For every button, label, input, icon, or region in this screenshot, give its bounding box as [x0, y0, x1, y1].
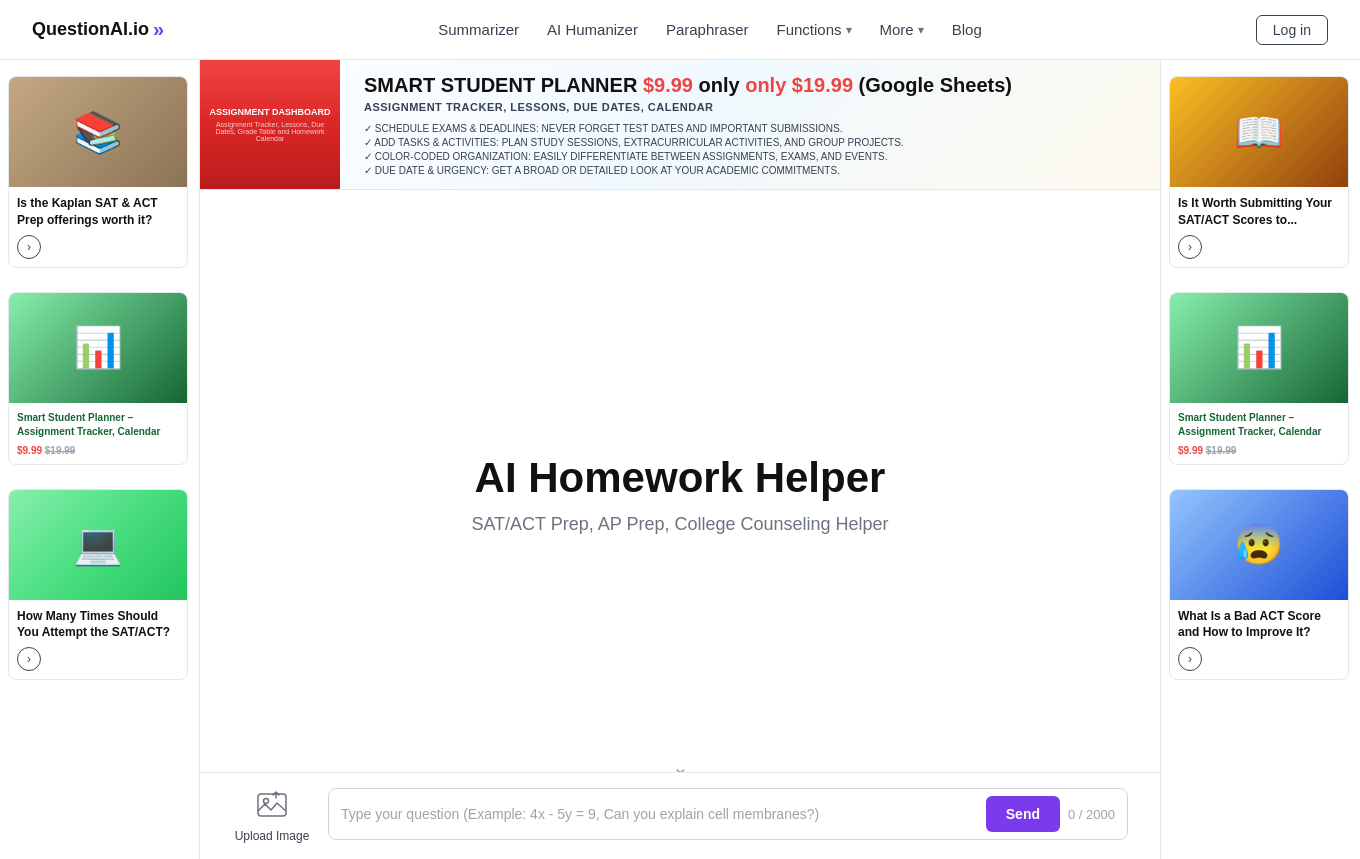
- banner-right-panel: SMART STUDENT PLANNER $9.99 only only $1…: [340, 60, 1160, 189]
- banner-features: ✓ SCHEDULE EXAMS & DEADLINES: NEVER FORG…: [364, 123, 1136, 176]
- planner-right-title: Smart Student Planner – Assignment Track…: [1178, 411, 1340, 439]
- banner-dashboard-label: Assignment Dashboard: [208, 107, 332, 118]
- logo-arrows: »: [153, 18, 164, 41]
- banner-left-panel: Assignment Dashboard Assignment Tracker,…: [200, 60, 340, 189]
- main-center: Assignment Dashboard Assignment Tracker,…: [200, 60, 1160, 859]
- banner-feature-4: ✓ DUE DATE & URGENCY: GET A BROAD OR DET…: [364, 165, 1136, 176]
- worth-submitting-arrow[interactable]: ›: [1178, 235, 1202, 259]
- navbar: QuestionAI.io » Summarizer AI Humanizer …: [0, 0, 1360, 60]
- sidebar-card-how-many-times[interactable]: How Many Times Should You Attempt the SA…: [8, 489, 188, 681]
- banner-feature-1: ✓ SCHEDULE EXAMS & DEADLINES: NEVER FORG…: [364, 123, 1136, 134]
- planner-left-image: [9, 293, 187, 403]
- logo[interactable]: QuestionAI.io »: [32, 18, 164, 41]
- kaplan-card-title: Is the Kaplan SAT & ACT Prep offerings w…: [17, 195, 179, 229]
- svg-point-1: [264, 799, 269, 804]
- sidebar-card-kaplan[interactable]: Is the Kaplan SAT & ACT Prep offerings w…: [8, 76, 188, 268]
- functions-chevron-icon: ▾: [846, 23, 852, 37]
- promotional-banner[interactable]: Assignment Dashboard Assignment Tracker,…: [200, 60, 1160, 190]
- bottom-input-bar: Upload Image Send 0 / 2000: [200, 772, 1160, 859]
- kaplan-card-arrow[interactable]: ›: [17, 235, 41, 259]
- banner-feature-3: ✓ COLOR-CODED ORGANIZATION: EASILY DIFFE…: [364, 151, 1136, 162]
- upload-label: Upload Image: [235, 829, 310, 843]
- worth-submitting-title: Is It Worth Submitting Your SAT/ACT Scor…: [1178, 195, 1340, 229]
- nav-summarizer[interactable]: Summarizer: [438, 21, 519, 38]
- logo-text: QuestionAI.io: [32, 19, 149, 40]
- bad-act-arrow[interactable]: ›: [1178, 647, 1202, 671]
- how-many-times-image: [9, 490, 187, 600]
- chat-input-area: Send 0 / 2000: [328, 788, 1128, 840]
- nav-links: Summarizer AI Humanizer Paraphraser Func…: [438, 21, 982, 38]
- banner-feature-2: ✓ ADD TASKS & ACTIVITIES: PLAN STUDY SES…: [364, 137, 1136, 148]
- svg-rect-0: [258, 794, 286, 816]
- kaplan-card-image: [9, 77, 187, 187]
- upload-image-button[interactable]: Upload Image: [232, 785, 312, 843]
- banner-title: SMART STUDENT PLANNER $9.99 only only $1…: [364, 74, 1136, 97]
- nav-blog[interactable]: Blog: [952, 21, 982, 38]
- nav-functions[interactable]: Functions ▾: [776, 21, 851, 38]
- hero-subtitle: SAT/ACT Prep, AP Prep, College Counselin…: [471, 514, 888, 535]
- worth-submitting-image: [1170, 77, 1348, 187]
- login-button[interactable]: Log in: [1256, 15, 1328, 45]
- nav-ai-humanizer[interactable]: AI Humanizer: [547, 21, 638, 38]
- send-button[interactable]: Send: [986, 796, 1060, 832]
- right-sidebar: Is It Worth Submitting Your SAT/ACT Scor…: [1160, 60, 1360, 859]
- planner-left-title: Smart Student Planner – Assignment Track…: [17, 411, 179, 439]
- upload-icon: [252, 785, 292, 825]
- hero-title: AI Homework Helper: [475, 454, 886, 502]
- char-count: 0 / 2000: [1068, 807, 1115, 822]
- page-body: Is the Kaplan SAT & ACT Prep offerings w…: [0, 60, 1360, 859]
- sidebar-card-planner-left[interactable]: Smart Student Planner – Assignment Track…: [8, 292, 188, 465]
- planner-left-price: $9.99 $19.99: [17, 445, 179, 456]
- sidebar-card-planner-right[interactable]: Smart Student Planner – Assignment Track…: [1169, 292, 1349, 465]
- banner-subtitle: Assignment Tracker, Lessons, Due Dates, …: [364, 101, 1136, 113]
- bad-act-title: What Is a Bad ACT Score and How to Impro…: [1178, 608, 1340, 642]
- planner-right-image: [1170, 293, 1348, 403]
- banner-price-new: $9.99: [643, 74, 693, 96]
- planner-right-price: $9.99 $19.99: [1178, 445, 1340, 456]
- how-many-times-arrow[interactable]: ›: [17, 647, 41, 671]
- nav-more[interactable]: More ▾: [880, 21, 924, 38]
- chat-input[interactable]: [341, 806, 978, 822]
- how-many-times-title: How Many Times Should You Attempt the SA…: [17, 608, 179, 642]
- left-sidebar: Is the Kaplan SAT & ACT Prep offerings w…: [0, 60, 200, 859]
- sidebar-card-bad-act[interactable]: What Is a Bad ACT Score and How to Impro…: [1169, 489, 1349, 681]
- more-chevron-icon: ▾: [918, 23, 924, 37]
- sidebar-card-worth-submitting[interactable]: Is It Worth Submitting Your SAT/ACT Scor…: [1169, 76, 1349, 268]
- bad-act-image: [1170, 490, 1348, 600]
- banner-dashboard-sub: Assignment Tracker, Lessons, Due Dates, …: [208, 121, 332, 142]
- banner-price-old: only: [699, 74, 746, 96]
- nav-paraphraser[interactable]: Paraphraser: [666, 21, 749, 38]
